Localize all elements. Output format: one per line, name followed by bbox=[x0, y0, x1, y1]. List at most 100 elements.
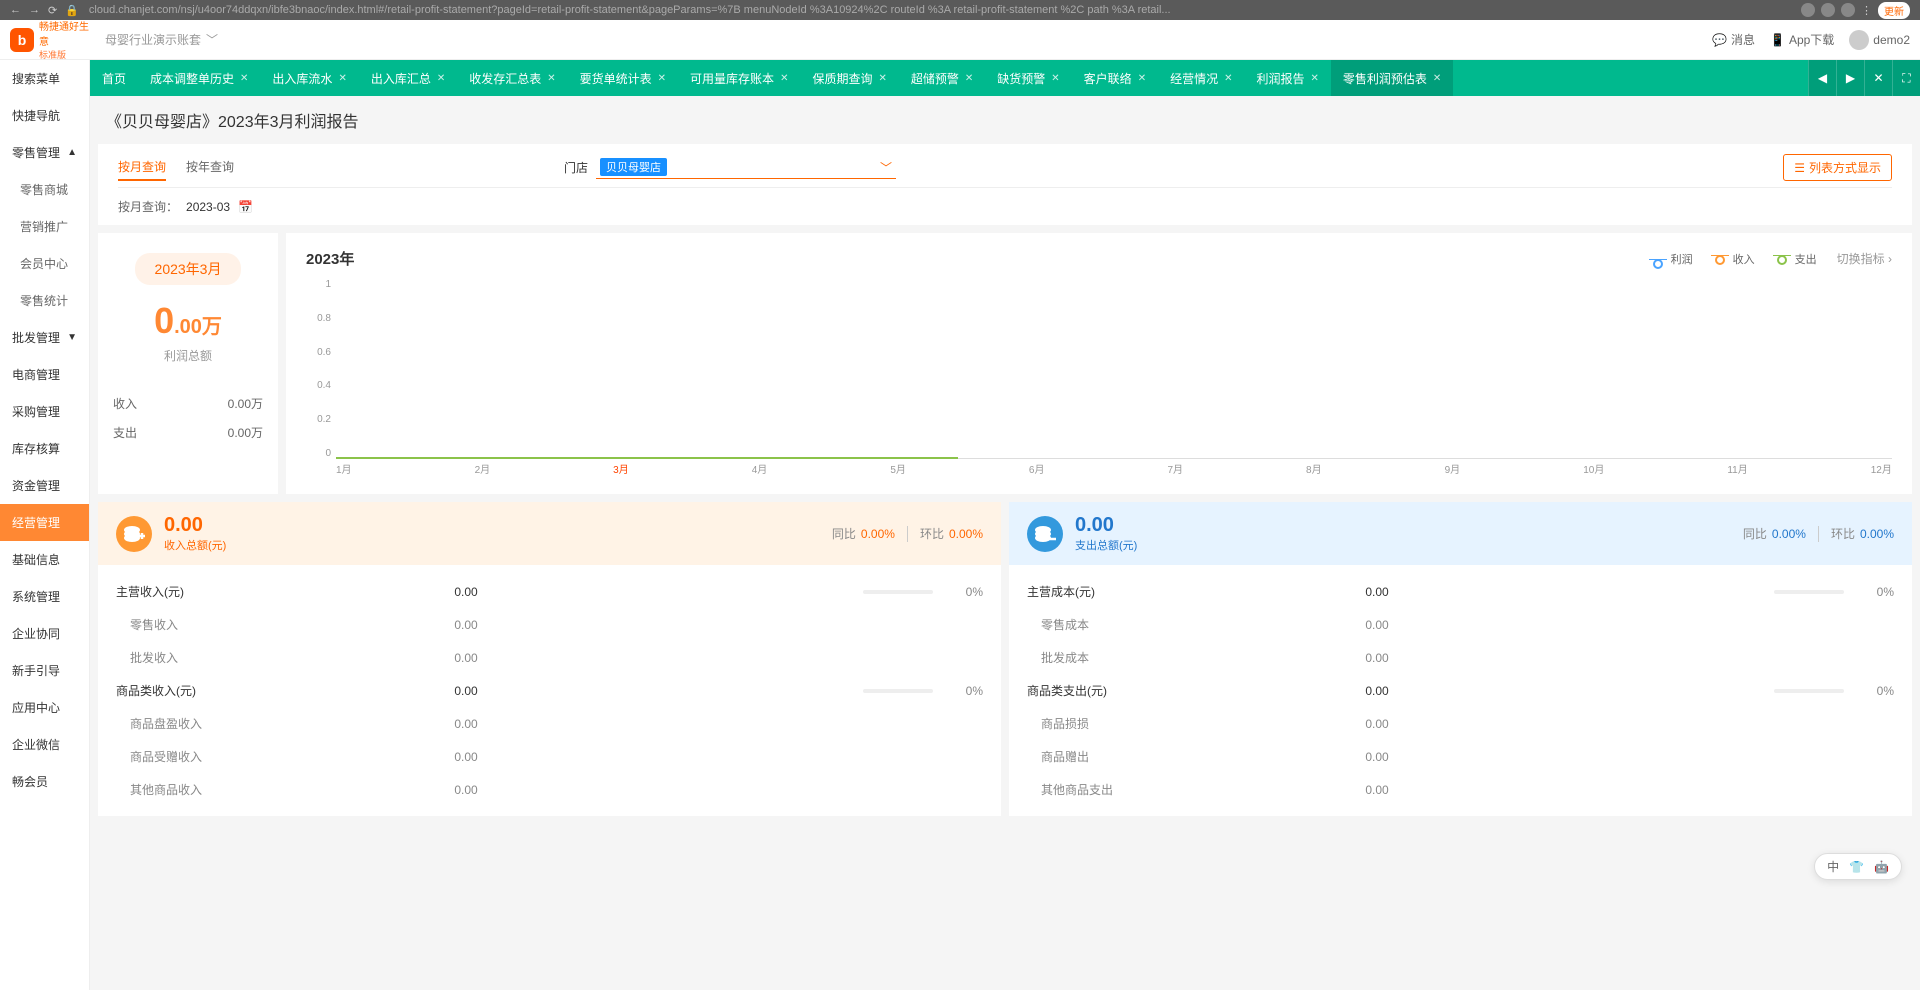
detail-line: 主营成本(元)0.000% bbox=[1027, 575, 1894, 608]
sidebar-item-8[interactable]: 电商管理 bbox=[0, 356, 89, 393]
logo[interactable]: b 畅捷通好生意 标准版 bbox=[10, 18, 90, 61]
username: demo2 bbox=[1873, 33, 1910, 47]
sidebar-item-6[interactable]: 零售统计 bbox=[0, 282, 89, 319]
ext-icon-3[interactable] bbox=[1841, 3, 1855, 17]
sidebar-item-1[interactable]: 快捷导航 bbox=[0, 97, 89, 134]
tabs-scroll-left[interactable]: ◀ bbox=[1808, 60, 1836, 96]
sidebar-item-3[interactable]: 零售商城 bbox=[0, 171, 89, 208]
app-download-link[interactable]: 📱 App下载 bbox=[1770, 31, 1834, 48]
sidebar-item-0[interactable]: 搜索菜单 bbox=[0, 60, 89, 97]
app-header: b 畅捷通好生意 标准版 母婴行业演示账套 ﹀ 💬 消息 📱 App下载 dem… bbox=[0, 20, 1920, 60]
total-profit-value: 0.00万 bbox=[154, 300, 222, 342]
sidebar-item-16[interactable]: 新手引导 bbox=[0, 652, 89, 689]
page-title: 《贝贝母婴店》2023年3月利润报告 bbox=[98, 96, 1912, 144]
tab-3[interactable]: 出入库汇总✕ bbox=[359, 60, 457, 96]
browser-more-icon[interactable]: ⋮ bbox=[1861, 4, 1872, 17]
sidebar-item-18[interactable]: 企业微信 bbox=[0, 726, 89, 763]
tabs-close-all[interactable]: ✕ bbox=[1864, 60, 1892, 96]
phone-icon: 📱 bbox=[1770, 33, 1785, 47]
sidebar-item-13[interactable]: 基础信息 bbox=[0, 541, 89, 578]
fullscreen-button[interactable]: ⛶ bbox=[1892, 60, 1920, 96]
x-tick: 9月 bbox=[1445, 461, 1461, 479]
tab-5[interactable]: 要货单统计表✕ bbox=[568, 60, 678, 96]
x-tick: 7月 bbox=[1167, 461, 1183, 479]
sidebar-item-12[interactable]: 经营管理 bbox=[0, 504, 89, 541]
browser-back-icon[interactable]: ← bbox=[10, 4, 21, 17]
logo-icon: b bbox=[10, 28, 34, 52]
tabs-scroll-right[interactable]: ▶ bbox=[1836, 60, 1864, 96]
x-tick: 8月 bbox=[1306, 461, 1322, 479]
income-detail-card: 0.00 收入总额(元) 同比 0.00% 环比 0.00% bbox=[98, 502, 1001, 816]
close-icon[interactable]: ✕ bbox=[1224, 73, 1232, 84]
sidebar-item-2[interactable]: 零售管理▲ bbox=[0, 134, 89, 171]
detail-line: 主营收入(元)0.000% bbox=[116, 575, 983, 608]
detail-line: 商品类支出(元)0.000% bbox=[1027, 674, 1894, 707]
tab-7[interactable]: 保质期查询✕ bbox=[800, 60, 898, 96]
list-display-button[interactable]: ☰ 列表方式显示 bbox=[1783, 154, 1892, 181]
close-icon[interactable]: ✕ bbox=[1051, 73, 1059, 84]
user-menu[interactable]: demo2 bbox=[1849, 30, 1910, 50]
filter-tab-yearly[interactable]: 按年查询 bbox=[186, 154, 234, 181]
tab-0[interactable]: 首页 bbox=[90, 60, 138, 96]
robot-icon[interactable]: 🤖 bbox=[1874, 860, 1889, 874]
sidebar-item-4[interactable]: 营销推广 bbox=[0, 208, 89, 245]
browser-update-button[interactable]: 更新 bbox=[1878, 2, 1910, 19]
legend-item[interactable]: 利润 bbox=[1649, 251, 1693, 267]
sidebar-item-15[interactable]: 企业协同 bbox=[0, 615, 89, 652]
sidebar-item-19[interactable]: 畅会员 bbox=[0, 763, 89, 800]
browser-forward-icon[interactable]: → bbox=[29, 4, 40, 17]
sidebar-item-17[interactable]: 应用中心 bbox=[0, 689, 89, 726]
tab-9[interactable]: 缺货预警✕ bbox=[985, 60, 1071, 96]
tab-12[interactable]: 利润报告✕ bbox=[1244, 60, 1330, 96]
browser-url[interactable]: cloud.chanjet.com/nsj/u4oor74ddqxn/ibfe3… bbox=[89, 4, 1801, 16]
ime-toggle[interactable]: 中 bbox=[1827, 858, 1839, 875]
tab-8[interactable]: 超储预警✕ bbox=[899, 60, 985, 96]
sidebar-item-7[interactable]: 批发管理▼ bbox=[0, 319, 89, 356]
close-icon[interactable]: ✕ bbox=[878, 73, 886, 84]
summary-card: 2023年3月 0.00万 利润总额 收入0.00万 支出0.00万 bbox=[98, 233, 278, 494]
sidebar-item-9[interactable]: 采购管理 bbox=[0, 393, 89, 430]
sidebar-item-5[interactable]: 会员中心 bbox=[0, 245, 89, 282]
tab-11[interactable]: 经营情况✕ bbox=[1158, 60, 1244, 96]
tenant-selector[interactable]: 母婴行业演示账套 ﹀ bbox=[105, 31, 1712, 48]
calendar-icon[interactable]: 📅 bbox=[238, 200, 253, 214]
tab-1[interactable]: 成本调整单历史✕ bbox=[138, 60, 260, 96]
tab-2[interactable]: 出入库流水✕ bbox=[260, 60, 358, 96]
tab-6[interactable]: 可用量库存账本✕ bbox=[678, 60, 800, 96]
expense-yoy: 同比 0.00% bbox=[1743, 525, 1806, 542]
chart-card: 2023年 利润收入支出 切换指标 › 10.80.60.40.20 1月2月3… bbox=[286, 233, 1912, 494]
detail-line: 其他商品支出0.00 bbox=[1027, 773, 1894, 806]
tab-4[interactable]: 收发存汇总表✕ bbox=[457, 60, 567, 96]
shirt-icon[interactable]: 👕 bbox=[1849, 860, 1864, 874]
tab-13[interactable]: 零售利润预估表✕ bbox=[1331, 60, 1453, 96]
sidebar-item-11[interactable]: 资金管理 bbox=[0, 467, 89, 504]
browser-reload-icon[interactable]: ⟳ bbox=[48, 4, 57, 17]
switch-metric-button[interactable]: 切换指标 › bbox=[1837, 250, 1892, 267]
ext-icon-1[interactable] bbox=[1801, 3, 1815, 17]
sidebar-item-14[interactable]: 系统管理 bbox=[0, 578, 89, 615]
x-tick: 2月 bbox=[475, 461, 491, 479]
close-icon[interactable]: ✕ bbox=[1311, 73, 1319, 84]
close-icon[interactable]: ✕ bbox=[338, 73, 346, 84]
close-icon[interactable]: ✕ bbox=[437, 73, 445, 84]
legend-item[interactable]: 收入 bbox=[1711, 251, 1755, 267]
sidebar-item-10[interactable]: 库存核算 bbox=[0, 430, 89, 467]
chart-plot[interactable]: 10.80.60.40.20 1月2月3月4月5月6月7月8月9月10月11月1… bbox=[306, 279, 1892, 479]
close-icon[interactable]: ✕ bbox=[658, 73, 666, 84]
float-widget[interactable]: 中 👕 🤖 bbox=[1814, 853, 1902, 880]
detail-line: 零售成本0.00 bbox=[1027, 608, 1894, 641]
close-icon[interactable]: ✕ bbox=[1138, 73, 1146, 84]
store-selector[interactable]: 贝贝母婴店 ﹀ bbox=[596, 156, 896, 179]
filter-tab-monthly[interactable]: 按月查询 bbox=[118, 154, 166, 181]
tab-10[interactable]: 客户联络✕ bbox=[1072, 60, 1158, 96]
close-icon[interactable]: ✕ bbox=[547, 73, 555, 84]
close-icon[interactable]: ✕ bbox=[240, 73, 248, 84]
messages-link[interactable]: 💬 消息 bbox=[1712, 31, 1755, 48]
close-icon[interactable]: ✕ bbox=[780, 73, 788, 84]
legend-item[interactable]: 支出 bbox=[1773, 251, 1817, 267]
browser-chrome: ← → ⟳ 🔒 cloud.chanjet.com/nsj/u4oor74ddq… bbox=[0, 0, 1920, 20]
close-icon[interactable]: ✕ bbox=[965, 73, 973, 84]
ext-icon-2[interactable] bbox=[1821, 3, 1835, 17]
month-query-value[interactable]: 2023-03 bbox=[186, 200, 230, 214]
close-icon[interactable]: ✕ bbox=[1433, 73, 1441, 84]
